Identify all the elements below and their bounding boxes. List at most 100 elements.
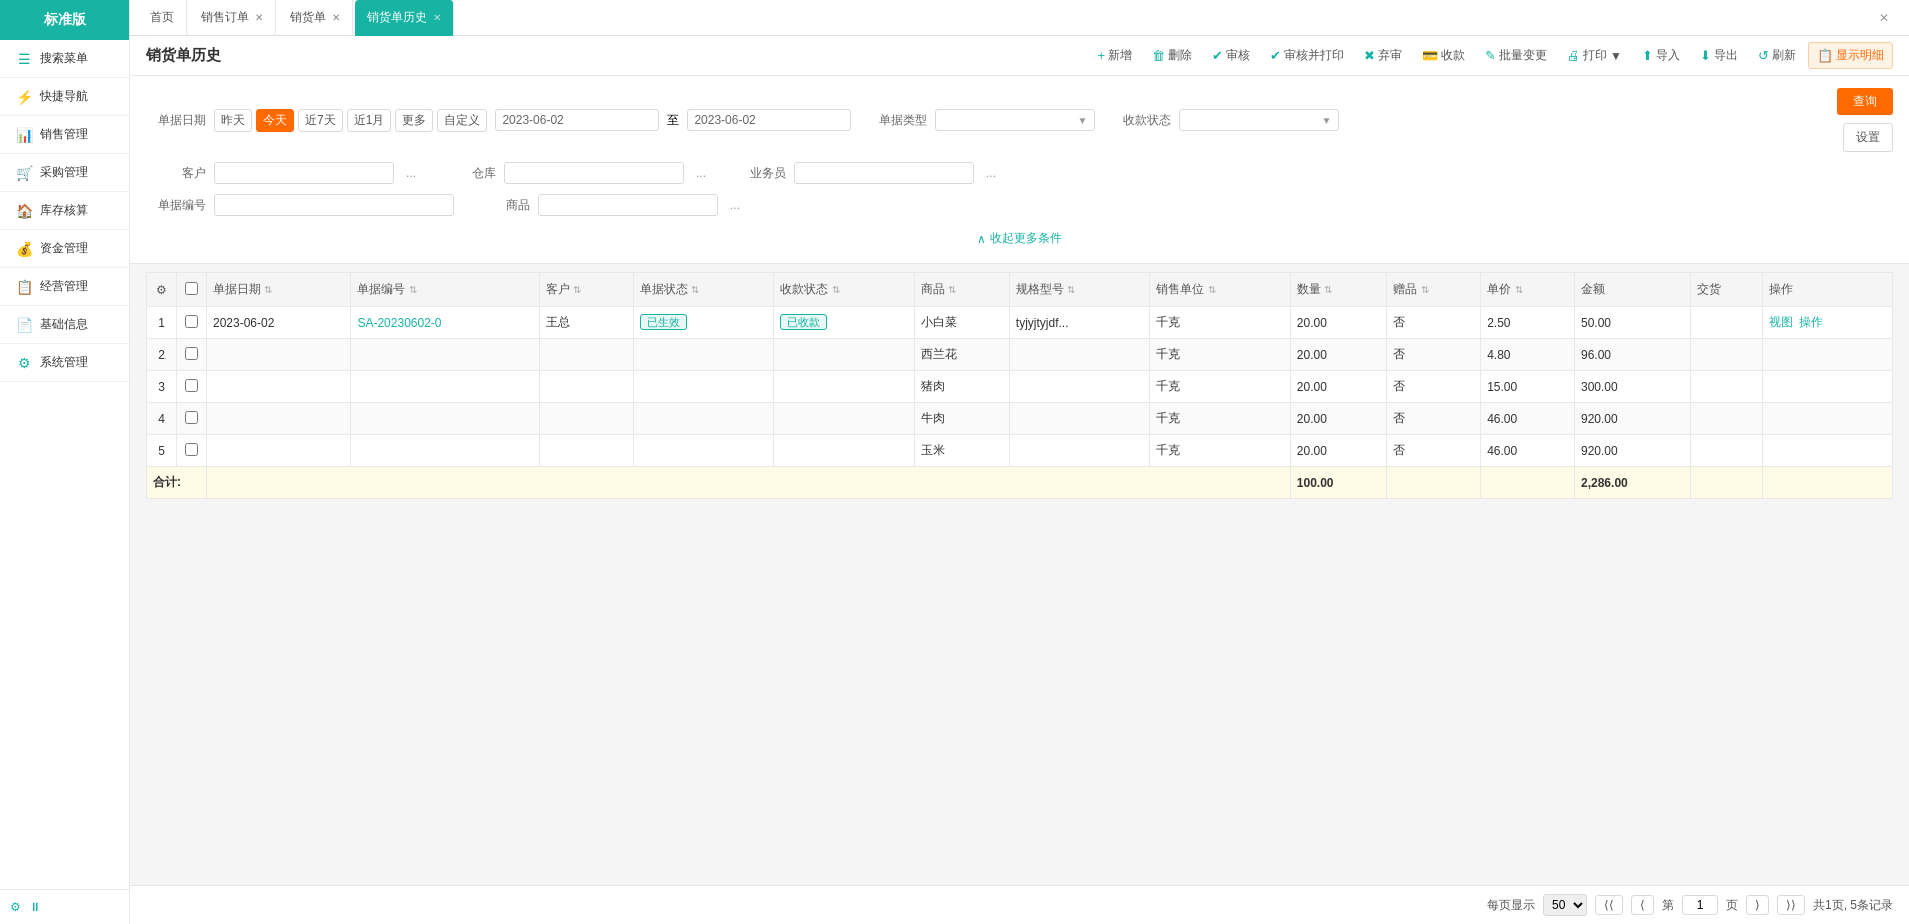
customer-picker[interactable]: ... [402, 166, 420, 180]
show-detail-button[interactable]: 📋 显示明细 [1808, 42, 1893, 69]
cell-checkbox[interactable] [177, 371, 207, 403]
pause-bottom-icon[interactable]: ⏸ [29, 900, 41, 914]
tab-sales-history[interactable]: 销货单历史 ✕ [355, 0, 454, 36]
next-page-button[interactable]: ⟩ [1746, 895, 1769, 915]
col-doc-no[interactable]: 单据编号 ⇅ [351, 273, 539, 307]
date-btn-7days[interactable]: 近7天 [298, 109, 343, 132]
col-doc-status-label: 单据状态 [640, 282, 688, 296]
col-quantity[interactable]: 数量 ⇅ [1290, 273, 1387, 307]
sidebar-item-sales-mgmt[interactable]: 📊 销售管理 [0, 116, 129, 154]
col-gear[interactable]: ⚙ [147, 273, 177, 307]
view-action[interactable]: 视图 [1769, 314, 1793, 331]
cell-checkbox[interactable] [177, 435, 207, 467]
sort-doc-status-icon[interactable]: ⇅ [691, 284, 699, 295]
sidebar-item-purchase-mgmt[interactable]: 🛒 采购管理 [0, 154, 129, 192]
sort-sales-unit-icon[interactable]: ⇅ [1208, 284, 1216, 295]
batch-change-button[interactable]: ✎ 批量变更 [1477, 43, 1555, 68]
date-from-input[interactable] [495, 109, 659, 131]
sort-doc-date-icon[interactable]: ⇅ [264, 284, 272, 295]
sidebar-item-inventory-calc[interactable]: 🏠 库存核算 [0, 192, 129, 230]
warehouse-picker[interactable]: ... [692, 166, 710, 180]
payment-status-select[interactable] [1179, 109, 1339, 131]
export-button[interactable]: ⬇ 导出 [1692, 43, 1746, 68]
tab-sales-order[interactable]: 销售订单 ✕ [189, 0, 276, 36]
close-all-tabs[interactable]: ✕ [1867, 11, 1901, 25]
sort-spec-icon[interactable]: ⇅ [1067, 284, 1075, 295]
gear-settings-icon[interactable]: ⚙ [156, 283, 167, 297]
audit-button[interactable]: ✔ 审核 [1204, 43, 1258, 68]
prev-page-button[interactable]: ⟨ [1631, 895, 1654, 915]
sort-gift-icon[interactable]: ⇅ [1421, 284, 1429, 295]
col-customer[interactable]: 客户 ⇅ [539, 273, 633, 307]
sidebar-item-search-menu[interactable]: ☰ 搜索菜单 [0, 40, 129, 78]
filter-actions: 查询 设置 [1837, 88, 1893, 152]
col-payment-status[interactable]: 收款状态 ⇅ [774, 273, 914, 307]
warehouse-input[interactable] [504, 162, 684, 184]
col-gift[interactable]: 赠品 ⇅ [1387, 273, 1481, 307]
sidebar-item-basic-info[interactable]: 📄 基础信息 [0, 306, 129, 344]
print-button[interactable]: 🖨 打印 ▼ [1559, 43, 1630, 68]
sort-unit-price-icon[interactable]: ⇅ [1515, 284, 1523, 295]
salesperson-picker[interactable]: ... [982, 166, 1000, 180]
sidebar-item-finance-mgmt[interactable]: 💰 资金管理 [0, 230, 129, 268]
current-page-input[interactable] [1682, 895, 1718, 915]
sidebar-item-quick-nav[interactable]: ⚡ 快捷导航 [0, 78, 129, 116]
sidebar-item-label: 搜索菜单 [40, 50, 88, 67]
customer-input[interactable] [214, 162, 394, 184]
setting-button[interactable]: 设置 [1843, 123, 1893, 152]
sidebar-item-ops-mgmt[interactable]: 📋 经营管理 [0, 268, 129, 306]
tab-sales-order-close[interactable]: ✕ [255, 12, 263, 23]
last-page-button[interactable]: ⟩⟩ [1777, 895, 1805, 915]
import-button[interactable]: ⬆ 导入 [1634, 43, 1688, 68]
col-unit-price[interactable]: 单价 ⇅ [1481, 273, 1575, 307]
doc-no-link[interactable]: SA-20230602-0 [357, 316, 441, 330]
col-goods[interactable]: 商品 ⇅ [914, 273, 1009, 307]
tab-sales-delivery[interactable]: 销货单 ✕ [278, 0, 353, 36]
audit-print-button[interactable]: ✔ 审核并打印 [1262, 43, 1352, 68]
tab-home[interactable]: 首页 [138, 0, 187, 36]
col-sales-unit[interactable]: 销售单位 ⇅ [1150, 273, 1290, 307]
cell-checkbox[interactable] [177, 403, 207, 435]
sort-quantity-icon[interactable]: ⇅ [1324, 284, 1332, 295]
print-label: 打印 [1583, 47, 1607, 64]
receive-button[interactable]: 💳 收款 [1414, 43, 1473, 68]
cell-checkbox[interactable] [177, 307, 207, 339]
date-btn-today[interactable]: 今天 [256, 109, 294, 132]
first-page-button[interactable]: ⟨⟨ [1595, 895, 1623, 915]
tab-sales-delivery-close[interactable]: ✕ [332, 12, 340, 23]
date-btn-custom[interactable]: 自定义 [437, 109, 487, 132]
doc-type-select[interactable] [935, 109, 1095, 131]
col-checkbox[interactable] [177, 273, 207, 307]
audit-print-label: 审核并打印 [1284, 47, 1344, 64]
query-button[interactable]: 查询 [1837, 88, 1893, 115]
date-btn-more[interactable]: 更多 [395, 109, 433, 132]
cell-gift: 否 [1387, 307, 1481, 339]
refresh-button[interactable]: ↺ 刷新 [1750, 43, 1804, 68]
select-all-checkbox[interactable] [185, 282, 198, 295]
col-spec[interactable]: 规格型号 ⇅ [1009, 273, 1149, 307]
delete-button[interactable]: 🗑 删除 [1144, 43, 1200, 68]
goods-picker[interactable]: ... [726, 198, 744, 212]
col-doc-status[interactable]: 单据状态 ⇅ [633, 273, 773, 307]
cell-checkbox[interactable] [177, 339, 207, 371]
sort-payment-status-icon[interactable]: ⇅ [832, 284, 840, 295]
per-page-select[interactable]: 50 [1543, 894, 1587, 916]
doc-no-input[interactable] [214, 194, 454, 216]
col-doc-date[interactable]: 单据日期 ⇅ [207, 273, 351, 307]
sidebar-item-sys-mgmt[interactable]: ⚙ 系统管理 [0, 344, 129, 382]
goods-input[interactable] [538, 194, 718, 216]
collapse-button[interactable]: ∧ 收起更多条件 [969, 226, 1070, 251]
date-to-input[interactable] [687, 109, 851, 131]
sort-customer-icon[interactable]: ⇅ [573, 284, 581, 295]
abandon-button[interactable]: ✖ 弃审 [1356, 43, 1410, 68]
date-btn-yesterday[interactable]: 昨天 [214, 109, 252, 132]
sort-goods-icon[interactable]: ⇅ [948, 284, 956, 295]
sort-doc-no-icon[interactable]: ⇅ [409, 284, 417, 295]
date-btn-1month[interactable]: 近1月 [347, 109, 392, 132]
new-button[interactable]: + 新增 [1090, 43, 1141, 68]
settings-bottom-icon[interactable]: ⚙ [10, 900, 21, 914]
salesperson-input[interactable] [794, 162, 974, 184]
table-row: 2 西兰花 千克 20.00 否 4.80 96.00 [147, 339, 1893, 371]
tab-sales-history-close[interactable]: ✕ [433, 12, 441, 23]
operate-action[interactable]: 操作 [1799, 314, 1823, 331]
